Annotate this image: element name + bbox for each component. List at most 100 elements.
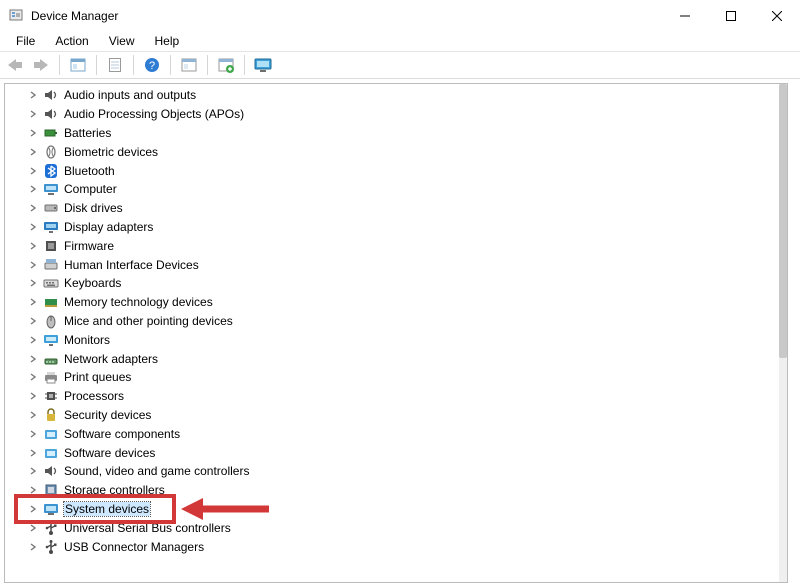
chevron-right-icon[interactable] xyxy=(27,89,39,101)
chevron-right-icon[interactable] xyxy=(27,165,39,177)
tree-item[interactable]: Software components xyxy=(5,424,779,443)
tree-item[interactable]: Disk drives xyxy=(5,199,779,218)
content-area: Audio inputs and outputs Audio Processing… xyxy=(0,79,800,587)
tree-item[interactable]: Print queues xyxy=(5,368,779,387)
properties-icon[interactable] xyxy=(104,54,126,76)
chevron-right-icon[interactable] xyxy=(27,428,39,440)
printer-icon xyxy=(43,369,59,385)
chevron-right-icon[interactable] xyxy=(27,183,39,195)
tree-item-label: Batteries xyxy=(64,126,111,140)
chevron-right-icon[interactable] xyxy=(27,146,39,158)
tree-item[interactable]: Computer xyxy=(5,180,779,199)
chevron-right-icon[interactable] xyxy=(27,315,39,327)
tree-item[interactable]: Batteries xyxy=(5,124,779,143)
back-icon[interactable] xyxy=(4,54,26,76)
tree-item[interactable]: Display adapters xyxy=(5,218,779,237)
help-icon[interactable]: ? xyxy=(141,54,163,76)
tree-item[interactable]: Storage controllers xyxy=(5,481,779,500)
chevron-right-icon[interactable] xyxy=(27,503,39,515)
disk-icon xyxy=(43,200,59,216)
chevron-right-icon[interactable] xyxy=(27,277,39,289)
chevron-right-icon[interactable] xyxy=(27,522,39,534)
chevron-right-icon[interactable] xyxy=(27,221,39,233)
tree-item-label: Display adapters xyxy=(64,220,153,234)
tree-item[interactable]: Keyboards xyxy=(5,274,779,293)
tree-item[interactable]: Audio Processing Objects (APOs) xyxy=(5,105,779,124)
toolbar-separator xyxy=(244,55,245,75)
chevron-right-icon[interactable] xyxy=(27,334,39,346)
tree-item-label: Sound, video and game controllers xyxy=(64,464,249,478)
tree-item-label: Monitors xyxy=(64,333,110,347)
tree-item-label: Mice and other pointing devices xyxy=(64,314,233,328)
network-icon xyxy=(43,351,59,367)
tree-item[interactable]: Security devices xyxy=(5,406,779,425)
chevron-right-icon[interactable] xyxy=(27,390,39,402)
tree-item-label: Security devices xyxy=(64,408,151,422)
scrollbar[interactable] xyxy=(779,84,787,582)
system-devices-icon xyxy=(43,501,59,517)
tree-item[interactable]: Memory technology devices xyxy=(5,293,779,312)
chevron-right-icon[interactable] xyxy=(27,541,39,553)
chevron-right-icon[interactable] xyxy=(27,296,39,308)
tree-item[interactable]: Sound, video and game controllers xyxy=(5,462,779,481)
tree-item[interactable]: System devices xyxy=(5,500,779,519)
tree-item-label: Software devices xyxy=(64,446,155,460)
scan-hardware-icon[interactable] xyxy=(252,54,274,76)
chevron-right-icon[interactable] xyxy=(27,259,39,271)
forward-icon[interactable] xyxy=(30,54,52,76)
chevron-right-icon[interactable] xyxy=(27,447,39,459)
app-icon xyxy=(8,8,24,24)
chevron-right-icon[interactable] xyxy=(27,240,39,252)
menu-help[interactable]: Help xyxy=(145,32,190,50)
biometric-icon xyxy=(43,144,59,160)
tree-item-label: Processors xyxy=(64,389,124,403)
software-icon xyxy=(43,426,59,442)
tree-item-label: Biometric devices xyxy=(64,145,158,159)
window-controls xyxy=(662,0,800,31)
toolbar-separator xyxy=(59,55,60,75)
tree-item[interactable]: Firmware xyxy=(5,236,779,255)
tree-item[interactable]: Processors xyxy=(5,387,779,406)
tree-item-label: USB Connector Managers xyxy=(64,540,204,554)
menu-action[interactable]: Action xyxy=(45,32,98,50)
scrollbar-thumb[interactable] xyxy=(779,84,787,358)
chevron-right-icon[interactable] xyxy=(27,108,39,120)
tree-item-label: Computer xyxy=(64,182,117,196)
update-driver-icon[interactable] xyxy=(178,54,200,76)
chevron-right-icon[interactable] xyxy=(27,465,39,477)
toolbar: ? xyxy=(0,52,800,79)
menu-view[interactable]: View xyxy=(99,32,145,50)
keyboard-icon xyxy=(43,275,59,291)
device-tree[interactable]: Audio inputs and outputs Audio Processing… xyxy=(5,84,779,582)
tree-item[interactable]: Bluetooth xyxy=(5,161,779,180)
tree-item[interactable]: Software devices xyxy=(5,443,779,462)
tree-item[interactable]: Mice and other pointing devices xyxy=(5,312,779,331)
chevron-right-icon[interactable] xyxy=(27,371,39,383)
tree-item-label: Software components xyxy=(64,427,180,441)
chevron-right-icon[interactable] xyxy=(27,127,39,139)
maximize-button[interactable] xyxy=(708,0,754,31)
chevron-right-icon[interactable] xyxy=(27,484,39,496)
chevron-right-icon[interactable] xyxy=(27,409,39,421)
tree-item[interactable]: Biometric devices xyxy=(5,142,779,161)
menu-file[interactable]: File xyxy=(6,32,45,50)
tree-item[interactable]: Human Interface Devices xyxy=(5,255,779,274)
usb-icon xyxy=(43,539,59,555)
chevron-right-icon[interactable] xyxy=(27,353,39,365)
tree-item[interactable]: Network adapters xyxy=(5,349,779,368)
tree-item[interactable]: Audio inputs and outputs xyxy=(5,86,779,105)
hid-icon xyxy=(43,257,59,273)
tree-item-label: Audio inputs and outputs xyxy=(64,88,196,102)
tree-item-label: System devices xyxy=(64,502,150,516)
tree-item[interactable]: Monitors xyxy=(5,330,779,349)
usb-icon xyxy=(43,520,59,536)
show-hide-tree-icon[interactable] xyxy=(67,54,89,76)
tree-item[interactable]: USB Connector Managers xyxy=(5,537,779,556)
uninstall-icon[interactable] xyxy=(215,54,237,76)
minimize-button[interactable] xyxy=(662,0,708,31)
tree-item[interactable]: Universal Serial Bus controllers xyxy=(5,518,779,537)
storage-icon xyxy=(43,482,59,498)
software-icon xyxy=(43,445,59,461)
chevron-right-icon[interactable] xyxy=(27,202,39,214)
close-button[interactable] xyxy=(754,0,800,31)
